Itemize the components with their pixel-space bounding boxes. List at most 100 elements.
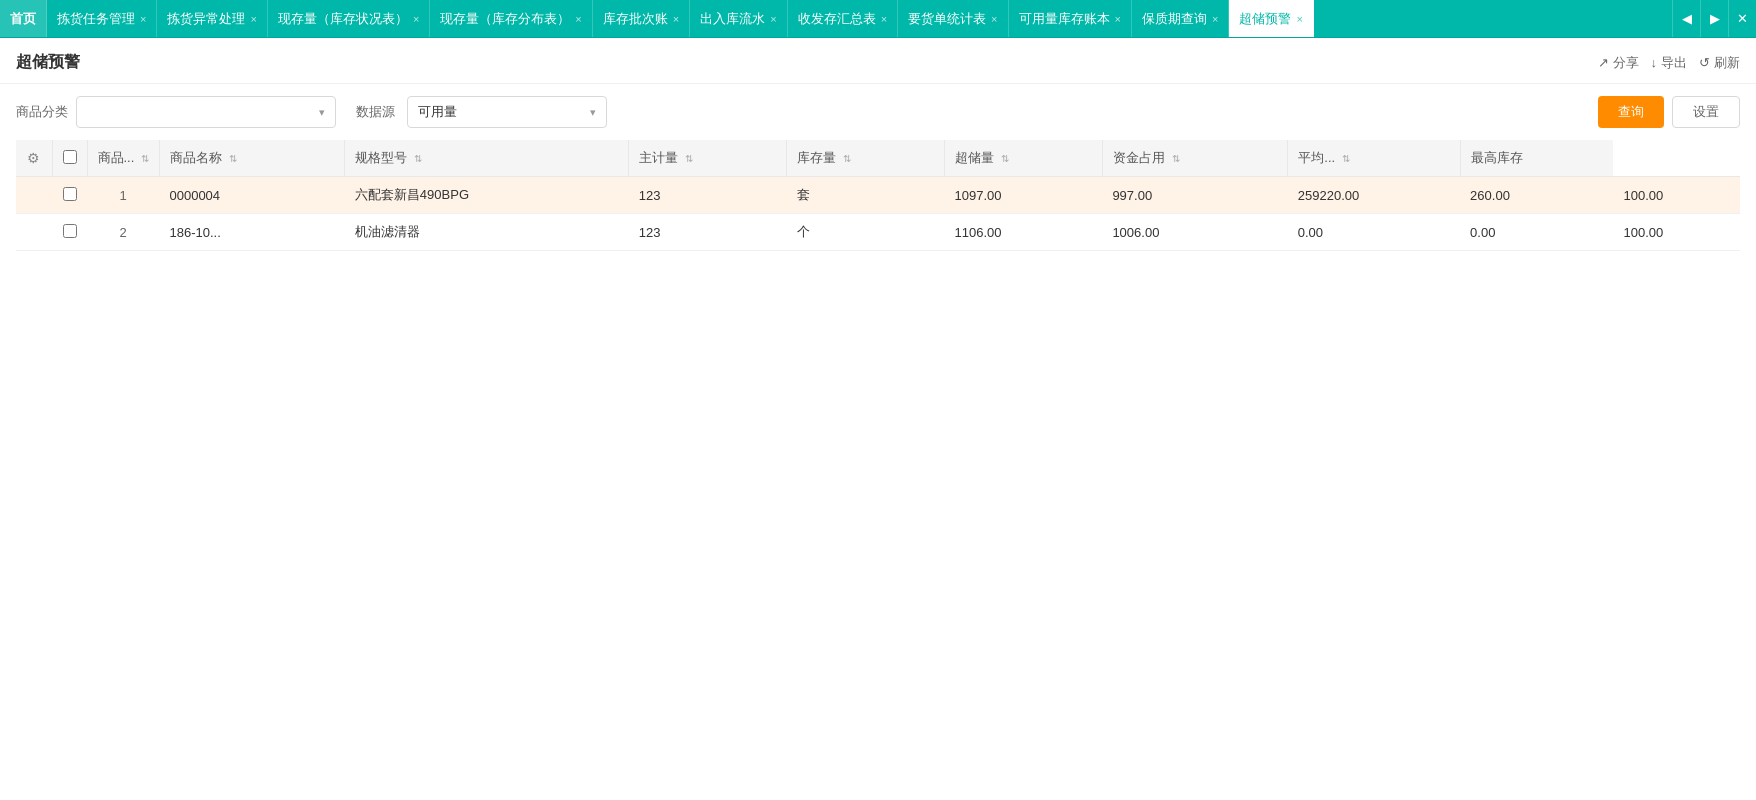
nav-tab-batch-label: 库存批次账 [603,10,668,28]
refresh-label: 刷新 [1714,54,1740,72]
col-max-stock-label: 最高库存 [1471,150,1523,165]
col-product-code[interactable]: 商品... ⇅ [87,140,159,177]
col-avg-label: 平均... [1298,150,1335,165]
row-product-code: 186-10... [159,214,344,251]
nav-tab-order-stat-label: 要货单统计表 [908,10,986,28]
nav-tab-batch-close[interactable]: × [673,13,679,25]
nav-tab-abnormal[interactable]: 拣货异常处理 × [157,0,267,38]
filter-row: 商品分类 ▾ 数据源 可用量 ▾ 查询 设置 [0,84,1756,140]
category-filter: 商品分类 ▾ [16,96,336,128]
query-button[interactable]: 查询 [1598,96,1664,128]
nav-tab-quality-label: 保质期查询 [1142,10,1207,28]
header-actions: ↗ 分享 ↓ 导出 ↺ 刷新 [1598,54,1741,72]
nav-tab-task-mgmt-label: 拣货任务管理 [57,10,135,28]
col-gear: ⚙ [16,140,52,177]
sort-icon-unit: ⇅ [685,153,693,164]
row-avg: 0.00 [1460,214,1613,251]
col-overstock-label: 超储量 [955,150,994,165]
nav-tab-home[interactable]: 首页 [0,0,47,38]
nav-tab-inv-dist-close[interactable]: × [575,13,581,25]
page-header: 超储预警 ↗ 分享 ↓ 导出 ↺ 刷新 [0,38,1756,84]
sort-icon-capital: ⇅ [1172,153,1180,164]
row-num: 2 [87,214,159,251]
nav-tab-abnormal-label: 拣货异常处理 [167,10,245,28]
nav-next-btn[interactable]: ▶ [1700,0,1728,38]
col-capital[interactable]: 资金占用 ⇅ [1102,140,1287,177]
nav-tab-overstock[interactable]: 超储预警 × [1229,0,1313,38]
nav-tab-collect[interactable]: 收发存汇总表 × [788,0,898,38]
sort-icon-avg: ⇅ [1342,153,1350,164]
nav-tab-avail-label: 可用量库存账本 [1019,10,1110,28]
datasource-select[interactable]: 可用量 ▾ [407,96,607,128]
sort-icon-product-code: ⇅ [141,153,149,164]
nav-close-all-btn[interactable]: ✕ [1728,0,1756,38]
row-overstock: 1006.00 [1102,214,1287,251]
row-product-code: 0000004 [159,177,344,214]
refresh-button[interactable]: ↺ 刷新 [1699,54,1740,72]
share-button[interactable]: ↗ 分享 [1598,54,1639,72]
col-product-name[interactable]: 商品名称 ⇅ [159,140,344,177]
nav-tab-inv-status-label: 现存量（库存状况表） [278,10,408,28]
col-avg[interactable]: 平均... ⇅ [1288,140,1460,177]
nav-tab-avail-close[interactable]: × [1115,13,1121,25]
row-checkbox-0[interactable] [63,187,77,201]
col-spec[interactable]: 规格型号 ⇅ [345,140,629,177]
row-spec: 123 [629,177,787,214]
nav-tab-order-stat[interactable]: 要货单统计表 × [898,0,1008,38]
col-spec-label: 规格型号 [355,150,407,165]
col-inventory-label: 库存量 [797,150,836,165]
gear-icon[interactable]: ⚙ [27,150,40,166]
row-checkbox-1[interactable] [63,224,77,238]
nav-tab-overstock-close[interactable]: × [1296,13,1302,25]
col-capital-label: 资金占用 [1113,150,1165,165]
nav-tab-collect-close[interactable]: × [881,13,887,25]
row-capital: 259220.00 [1288,177,1460,214]
nav-tab-avail[interactable]: 可用量库存账本 × [1009,0,1132,38]
col-unit[interactable]: 主计量 ⇅ [629,140,787,177]
category-label: 商品分类 [16,103,68,121]
export-button[interactable]: ↓ 导出 [1651,54,1688,72]
sort-icon-overstock: ⇅ [1001,153,1009,164]
row-max-stock: 100.00 [1613,214,1740,251]
nav-tab-inout-close[interactable]: × [770,13,776,25]
row-gear-cell [16,214,52,251]
nav-tab-batch[interactable]: 库存批次账 × [593,0,690,38]
nav-tab-order-stat-close[interactable]: × [991,13,997,25]
data-table: ⚙ 商品... ⇅ 商品名称 ⇅ 规格型号 ⇅ [16,140,1740,251]
col-inventory[interactable]: 库存量 ⇅ [787,140,945,177]
row-overstock: 997.00 [1102,177,1287,214]
select-all-checkbox[interactable] [63,150,77,164]
sort-icon-spec: ⇅ [414,153,422,164]
nav-tab-overstock-label: 超储预警 [1239,10,1291,28]
nav-tab-inout[interactable]: 出入库流水 × [690,0,787,38]
nav-tab-quality[interactable]: 保质期查询 × [1132,0,1229,38]
table-body: 1 0000004 六配套新昌490BPG 123 套 1097.00 997.… [16,177,1740,251]
row-inventory: 1106.00 [944,214,1102,251]
row-product-name: 六配套新昌490BPG [345,177,629,214]
table-header-row: ⚙ 商品... ⇅ 商品名称 ⇅ 规格型号 ⇅ [16,140,1740,177]
col-checkbox-header [52,140,87,177]
col-max-stock[interactable]: 最高库存 [1460,140,1613,177]
nav-tab-abnormal-close[interactable]: × [250,13,256,25]
nav-tab-task-mgmt-close[interactable]: × [140,13,146,25]
row-avg: 260.00 [1460,177,1613,214]
col-product-name-label: 商品名称 [170,150,222,165]
chevron-down-icon: ▾ [319,106,325,119]
nav-tab-inv-dist[interactable]: 现存量（库存分布表） × [430,0,592,38]
nav-tab-inv-status-close[interactable]: × [413,13,419,25]
col-overstock[interactable]: 超储量 ⇅ [944,140,1102,177]
datasource-label: 数据源 [356,103,395,121]
nav-tab-quality-close[interactable]: × [1212,13,1218,25]
row-max-stock: 100.00 [1613,177,1740,214]
category-select[interactable]: ▾ [76,96,336,128]
settings-button[interactable]: 设置 [1672,96,1740,128]
nav-tab-task-mgmt[interactable]: 拣货任务管理 × [47,0,157,38]
row-spec: 123 [629,214,787,251]
row-checkbox-cell [52,214,87,251]
sort-icon-product-name: ⇅ [229,153,237,164]
row-product-name: 机油滤清器 [345,214,629,251]
page-title: 超储预警 [16,52,80,73]
nav-tab-inv-status[interactable]: 现存量（库存状况表） × [268,0,430,38]
nav-tab-home-label: 首页 [10,10,36,28]
nav-prev-btn[interactable]: ◀ [1672,0,1700,38]
